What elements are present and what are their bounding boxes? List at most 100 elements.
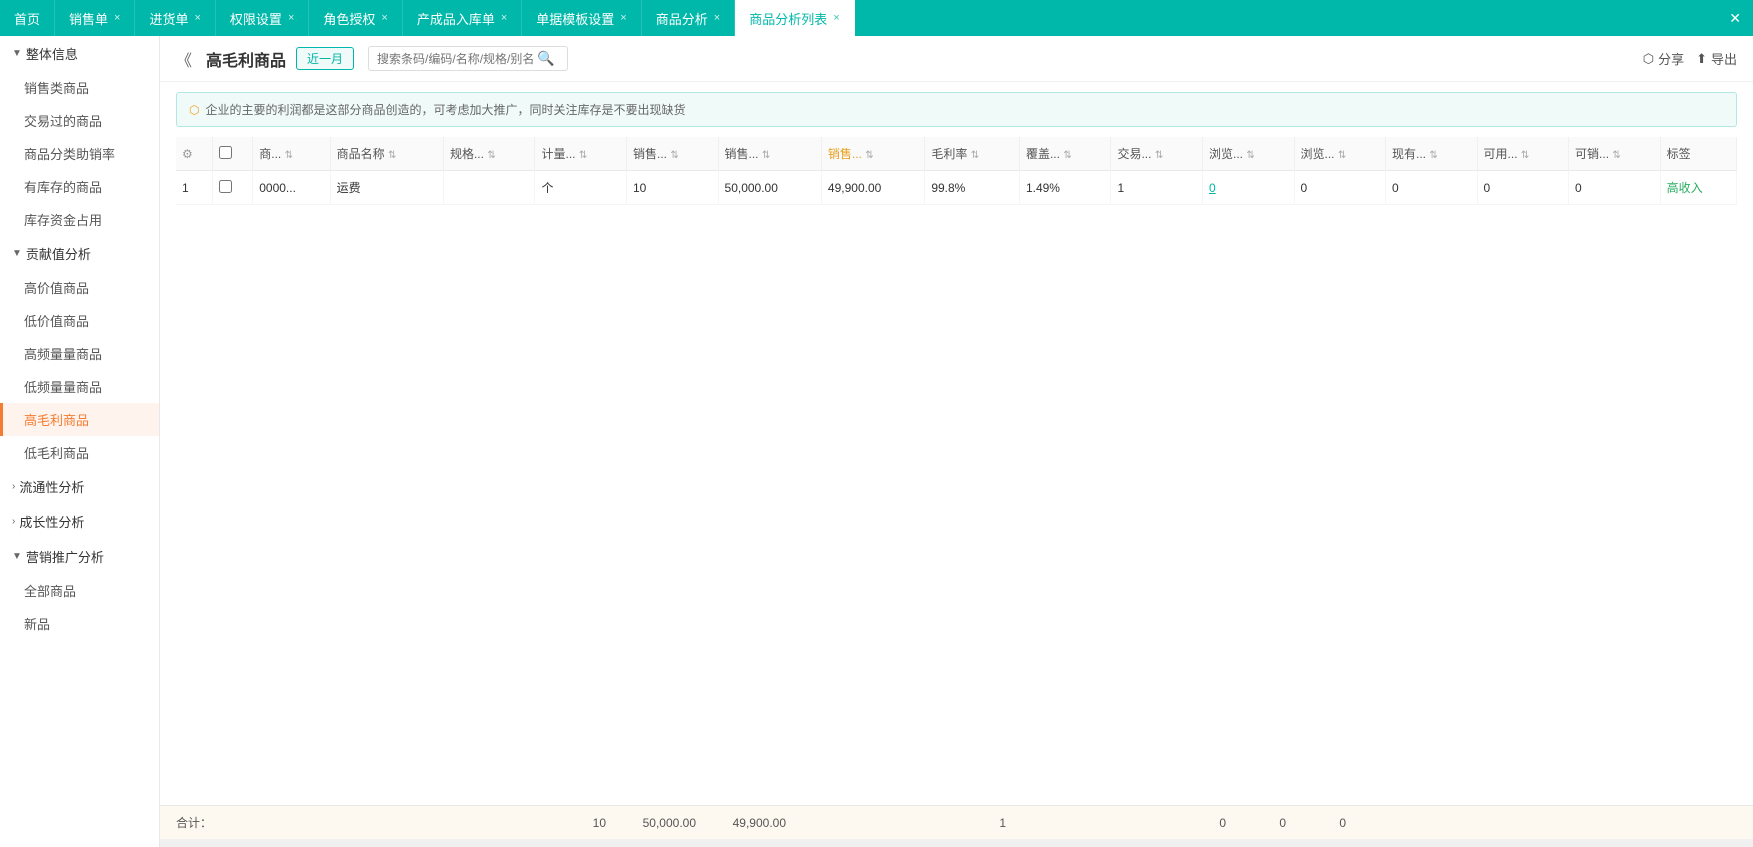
arrow-contribution: ▼	[12, 248, 22, 259]
th-sales-amount[interactable]: 销售... ⇅	[718, 137, 821, 171]
close-tab-purchase-order[interactable]: ×	[194, 12, 200, 24]
sidebar-item-high-freq[interactable]: 高频量量商品	[0, 337, 159, 370]
sort-icon-sellable: ⇅	[1612, 150, 1620, 161]
sidebar-item-new-goods[interactable]: 新品	[0, 607, 159, 640]
sidebar-group-growth[interactable]: › 成长性分析	[0, 504, 159, 539]
sort-icon-available: ⇅	[1521, 150, 1529, 161]
close-tab-product-analysis-list[interactable]: ×	[833, 12, 839, 24]
th-browse2[interactable]: 浏览... ⇅	[1294, 137, 1386, 171]
header-actions: ⬡ 分享 ⬆ 导出	[1643, 49, 1737, 68]
footer-transaction: 1	[952, 816, 1012, 830]
sidebar-item-high-value[interactable]: 高价值商品	[0, 271, 159, 304]
td-browse2: 0	[1294, 171, 1386, 205]
info-banner: ⬡ 企业的主要的利润都是这部分商品创造的，可考虑加大推广，同时关注库存是不要出现…	[176, 92, 1737, 127]
tab-product-analysis-list[interactable]: 商品分析列表 ×	[735, 0, 854, 36]
th-gross-margin[interactable]: 毛利率 ⇅	[925, 137, 1020, 171]
tab-role-auth[interactable]: 角色授权 ×	[309, 0, 402, 36]
export-icon: ⬆	[1696, 51, 1707, 67]
close-tab-product-analysis[interactable]: ×	[714, 12, 720, 24]
td-gross-margin: 99.8%	[925, 171, 1020, 205]
tab-template-settings[interactable]: 单据模板设置 ×	[522, 0, 641, 36]
filter-month-btn[interactable]: 近一月	[296, 47, 354, 70]
table-row: 1 0000... 运费	[176, 171, 1737, 205]
footer-sales-qty: 10	[552, 816, 612, 830]
row-checkbox[interactable]	[219, 180, 232, 193]
close-tab-sales-order[interactable]: ×	[114, 12, 120, 24]
sidebar-group-liquidity[interactable]: › 流通性分析	[0, 469, 159, 504]
th-available[interactable]: 可用... ⇅	[1477, 137, 1569, 171]
th-settings[interactable]: ⚙	[176, 137, 212, 171]
bottom-scrollbar[interactable]	[160, 839, 1753, 847]
sidebar-group-marketing[interactable]: ▼ 营销推广分析	[0, 539, 159, 574]
search-box: 🔍	[368, 46, 568, 71]
th-browse1[interactable]: 浏览... ⇅	[1202, 137, 1294, 171]
th-name[interactable]: 商品名称 ⇅	[330, 137, 443, 171]
close-window-btn[interactable]: ✕	[1717, 10, 1753, 27]
footer-sales-amount: 50,000.00	[612, 816, 702, 830]
sidebar-item-all-goods[interactable]: 全部商品	[0, 574, 159, 607]
tab-purchase-order[interactable]: 进货单 ×	[135, 0, 215, 36]
settings-icon[interactable]: ⚙	[182, 147, 193, 161]
close-tab-role-auth[interactable]: ×	[381, 12, 387, 24]
td-browse1[interactable]: 0	[1202, 171, 1294, 205]
th-code[interactable]: 商... ⇅	[253, 137, 330, 171]
sort-icon-name: ⇅	[388, 150, 396, 161]
th-current[interactable]: 现有... ⇅	[1386, 137, 1478, 171]
sidebar-item-traded-goods[interactable]: 交易过的商品	[0, 104, 159, 137]
close-tab-permission-settings[interactable]: ×	[288, 12, 294, 24]
th-spec[interactable]: 规格... ⇅	[443, 137, 535, 171]
footer-available: 0	[1232, 816, 1292, 830]
td-spec	[443, 171, 535, 205]
tab-sales-order[interactable]: 销售单 ×	[55, 0, 135, 36]
sidebar-item-low-value[interactable]: 低价值商品	[0, 304, 159, 337]
sort-icon-sales-amount: ⇅	[762, 150, 770, 161]
tab-product-inbound[interactable]: 产成品入库单 ×	[403, 0, 522, 36]
sidebar-item-category-rate[interactable]: 商品分类助销率	[0, 137, 159, 170]
td-unit: 个	[535, 171, 627, 205]
th-unit[interactable]: 计量... ⇅	[535, 137, 627, 171]
arrow-liquidity: ›	[12, 481, 15, 492]
sidebar-item-low-freq[interactable]: 低频量量商品	[0, 370, 159, 403]
export-btn[interactable]: ⬆ 导出	[1696, 49, 1737, 68]
td-index: 1	[176, 171, 212, 205]
td-transaction: 1	[1111, 171, 1203, 205]
sidebar-item-stock-capital[interactable]: 库存资金占用	[0, 203, 159, 236]
collapse-sidebar-btn[interactable]: 《	[176, 47, 192, 71]
th-tag[interactable]: 标签	[1660, 137, 1736, 171]
td-sellable: 0	[1569, 171, 1661, 205]
td-sales-qty: 10	[627, 171, 719, 205]
table-container: ⚙ 商... ⇅ 商品名称 ⇅	[160, 137, 1753, 805]
select-all-checkbox[interactable]	[219, 146, 232, 159]
page-title: 高毛利商品	[206, 47, 286, 71]
arrow-marketing: ▼	[12, 551, 22, 562]
th-checkbox[interactable]	[212, 137, 253, 171]
top-nav: 首页 销售单 × 进货单 × 权限设置 × 角色授权 × 产成品入库单 × 单据…	[0, 0, 1753, 36]
sidebar-item-low-margin[interactable]: 低毛利商品	[0, 436, 159, 469]
th-sales-qty[interactable]: 销售... ⇅	[627, 137, 719, 171]
td-code: 0000...	[253, 171, 330, 205]
sort-icon-browse1: ⇅	[1246, 150, 1254, 161]
td-sales-cost: 49,900.00	[821, 171, 924, 205]
search-input[interactable]	[377, 52, 537, 66]
totals-label: 合计：	[176, 814, 212, 831]
main-layout: ▼ 整体信息 销售类商品 交易过的商品 商品分类助销率 有库存的商品 库存资金占…	[0, 36, 1753, 847]
th-transaction[interactable]: 交易... ⇅	[1111, 137, 1203, 171]
th-sales-cost[interactable]: 销售... ⇅	[821, 137, 924, 171]
tab-product-analysis[interactable]: 商品分析 ×	[642, 0, 735, 36]
tab-home[interactable]: 首页	[0, 0, 55, 36]
th-coverage[interactable]: 覆盖... ⇅	[1019, 137, 1111, 171]
share-btn[interactable]: ⬡ 分享	[1643, 49, 1684, 68]
close-tab-template-settings[interactable]: ×	[620, 12, 626, 24]
sidebar-item-sales-goods[interactable]: 销售类商品	[0, 71, 159, 104]
close-tab-product-inbound[interactable]: ×	[501, 12, 507, 24]
td-checkbox[interactable]	[212, 171, 253, 205]
info-icon: ⬡	[189, 103, 199, 117]
search-icon[interactable]: 🔍	[537, 50, 554, 67]
tab-permission-settings[interactable]: 权限设置 ×	[216, 0, 309, 36]
sidebar-group-contribution[interactable]: ▼ 贡献值分析	[0, 236, 159, 271]
sidebar-item-high-margin[interactable]: 高毛利商品	[0, 403, 159, 436]
arrow-overall: ▼	[12, 48, 22, 59]
sidebar-group-overall[interactable]: ▼ 整体信息	[0, 36, 159, 71]
th-sellable[interactable]: 可销... ⇅	[1569, 137, 1661, 171]
sidebar-item-in-stock[interactable]: 有库存的商品	[0, 170, 159, 203]
